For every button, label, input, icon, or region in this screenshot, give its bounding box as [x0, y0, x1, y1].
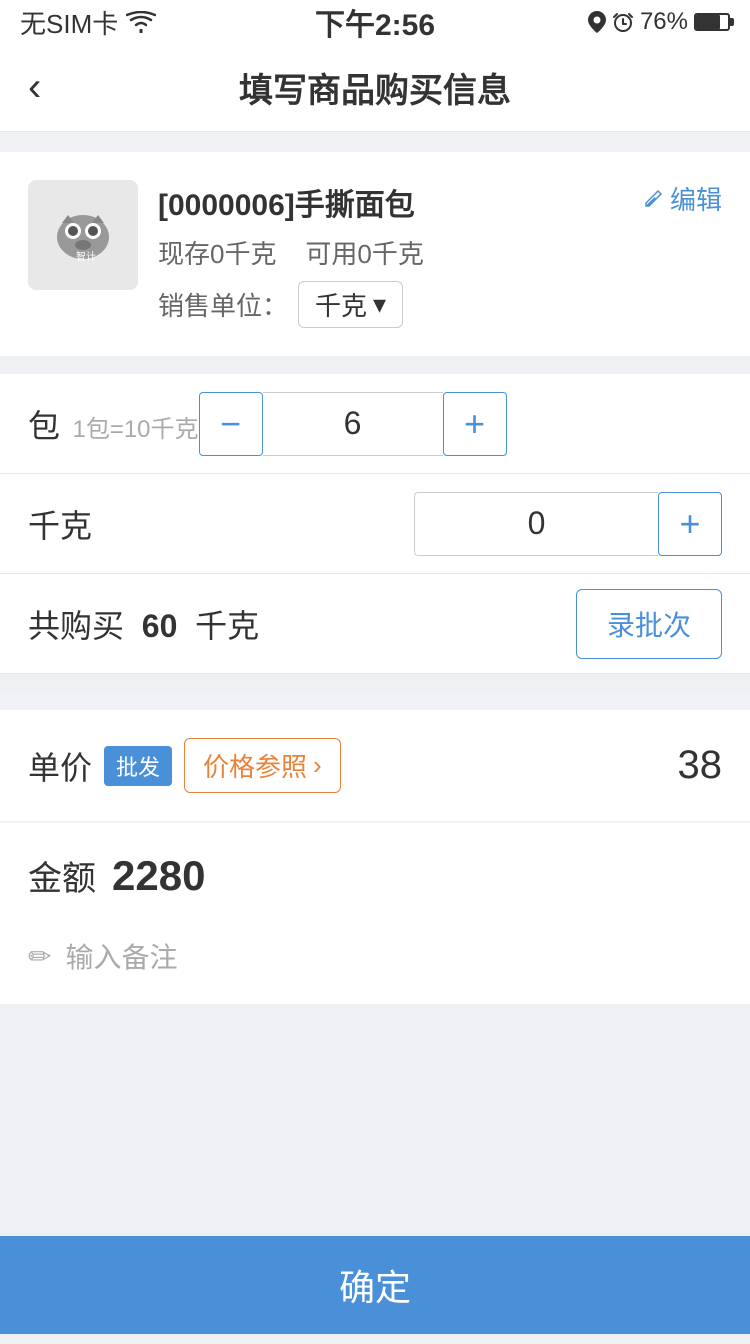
- amount-value: 2280: [112, 852, 205, 900]
- package-decrement-button[interactable]: −: [199, 392, 263, 456]
- price-ref-label: 价格参照: [203, 747, 307, 784]
- price-ref-chevron: ›: [313, 750, 322, 781]
- package-quantity-control: − +: [199, 392, 507, 456]
- price-value: 38: [678, 743, 723, 788]
- battery-percent: 76%: [640, 8, 688, 36]
- amount-label: 金额: [28, 851, 96, 900]
- input-section: 包 1包=10千克 − + 千克 + 共购买 60 千克 录批次: [0, 374, 750, 674]
- package-quantity-input[interactable]: [263, 392, 443, 456]
- stock-label: 现存0千克: [158, 239, 276, 269]
- product-name: [0000006]手撕面包: [158, 180, 722, 224]
- unit-chevron: ▾: [373, 289, 386, 320]
- carrier-text: 无SIM卡: [20, 4, 118, 41]
- package-label-group: 包 1包=10千克: [28, 401, 199, 447]
- location-icon: [588, 11, 606, 33]
- product-stock: 现存0千克 可用0千克: [158, 234, 722, 271]
- package-label: 包: [28, 408, 60, 444]
- price-label: 单价: [28, 743, 92, 789]
- status-left: 无SIM卡: [20, 4, 156, 41]
- page-title: 填写商品购买信息: [239, 63, 511, 112]
- available-label: 可用0千克: [305, 239, 423, 269]
- amount-section: 金额 2280 ✏ 输入备注: [0, 823, 750, 1004]
- record-batch-button[interactable]: 录批次: [576, 589, 722, 659]
- battery-icon: [694, 13, 730, 31]
- svg-text:智计: 智计: [76, 250, 96, 263]
- divider-2: [0, 674, 750, 692]
- package-input-row: 包 1包=10千克 − +: [0, 374, 750, 474]
- total-amount: 60: [142, 608, 178, 644]
- product-logo: 智计: [48, 205, 118, 265]
- status-right: 76%: [588, 8, 730, 36]
- total-label: 共购买 60 千克: [28, 608, 259, 644]
- kilogram-quantity-control: +: [414, 492, 722, 556]
- wifi-icon: [126, 11, 156, 33]
- nav-bar: ‹ 填写商品购买信息: [0, 44, 750, 132]
- unit-label: 销售单位：: [158, 286, 288, 323]
- back-button[interactable]: ‹: [28, 65, 41, 110]
- product-unit-row: 销售单位： 千克 ▾: [158, 281, 722, 328]
- confirm-button[interactable]: 确定: [339, 1259, 411, 1311]
- note-placeholder: 输入备注: [65, 936, 177, 976]
- kilogram-increment-button[interactable]: +: [658, 492, 722, 556]
- alarm-icon: [612, 11, 634, 33]
- total-text-group: 共购买 60 千克: [28, 601, 259, 647]
- note-row[interactable]: ✏ 输入备注: [28, 920, 722, 1004]
- kilogram-input-row: 千克 +: [0, 474, 750, 574]
- price-reference-button[interactable]: 价格参照 ›: [184, 738, 341, 793]
- price-tag: 批发: [104, 746, 172, 786]
- product-section: 智计 [0000006]手撕面包 现存0千克 可用0千克 销售单位： 千克 ▾ …: [0, 152, 750, 356]
- divider-1: [0, 356, 750, 374]
- edit-label: 编辑: [670, 180, 722, 217]
- package-increment-button[interactable]: +: [443, 392, 507, 456]
- unit-value: 千克: [315, 286, 367, 323]
- kilogram-label: 千克: [28, 501, 414, 547]
- price-label-group: 单价 批发 价格参照 ›: [28, 738, 341, 793]
- package-sublabel: 1包=10千克: [72, 416, 198, 443]
- confirm-bar[interactable]: 确定: [0, 1236, 750, 1334]
- edit-icon: [642, 188, 664, 210]
- product-image: 智计: [28, 180, 138, 290]
- total-section: 共购买 60 千克 录批次: [0, 574, 750, 674]
- price-section: 单价 批发 价格参照 › 38: [0, 710, 750, 821]
- product-info: [0000006]手撕面包 现存0千克 可用0千克 销售单位： 千克 ▾: [158, 180, 722, 328]
- note-icon: ✏: [28, 940, 51, 973]
- status-bar: 无SIM卡 下午2:56 76%: [0, 0, 750, 44]
- kilogram-quantity-input[interactable]: [414, 492, 658, 556]
- status-time: 下午2:56: [315, 0, 435, 44]
- unit-select[interactable]: 千克 ▾: [298, 281, 403, 328]
- edit-button[interactable]: 编辑: [642, 180, 722, 217]
- price-row: 单价 批发 价格参照 › 38: [28, 738, 722, 793]
- amount-row: 金额 2280: [28, 851, 722, 900]
